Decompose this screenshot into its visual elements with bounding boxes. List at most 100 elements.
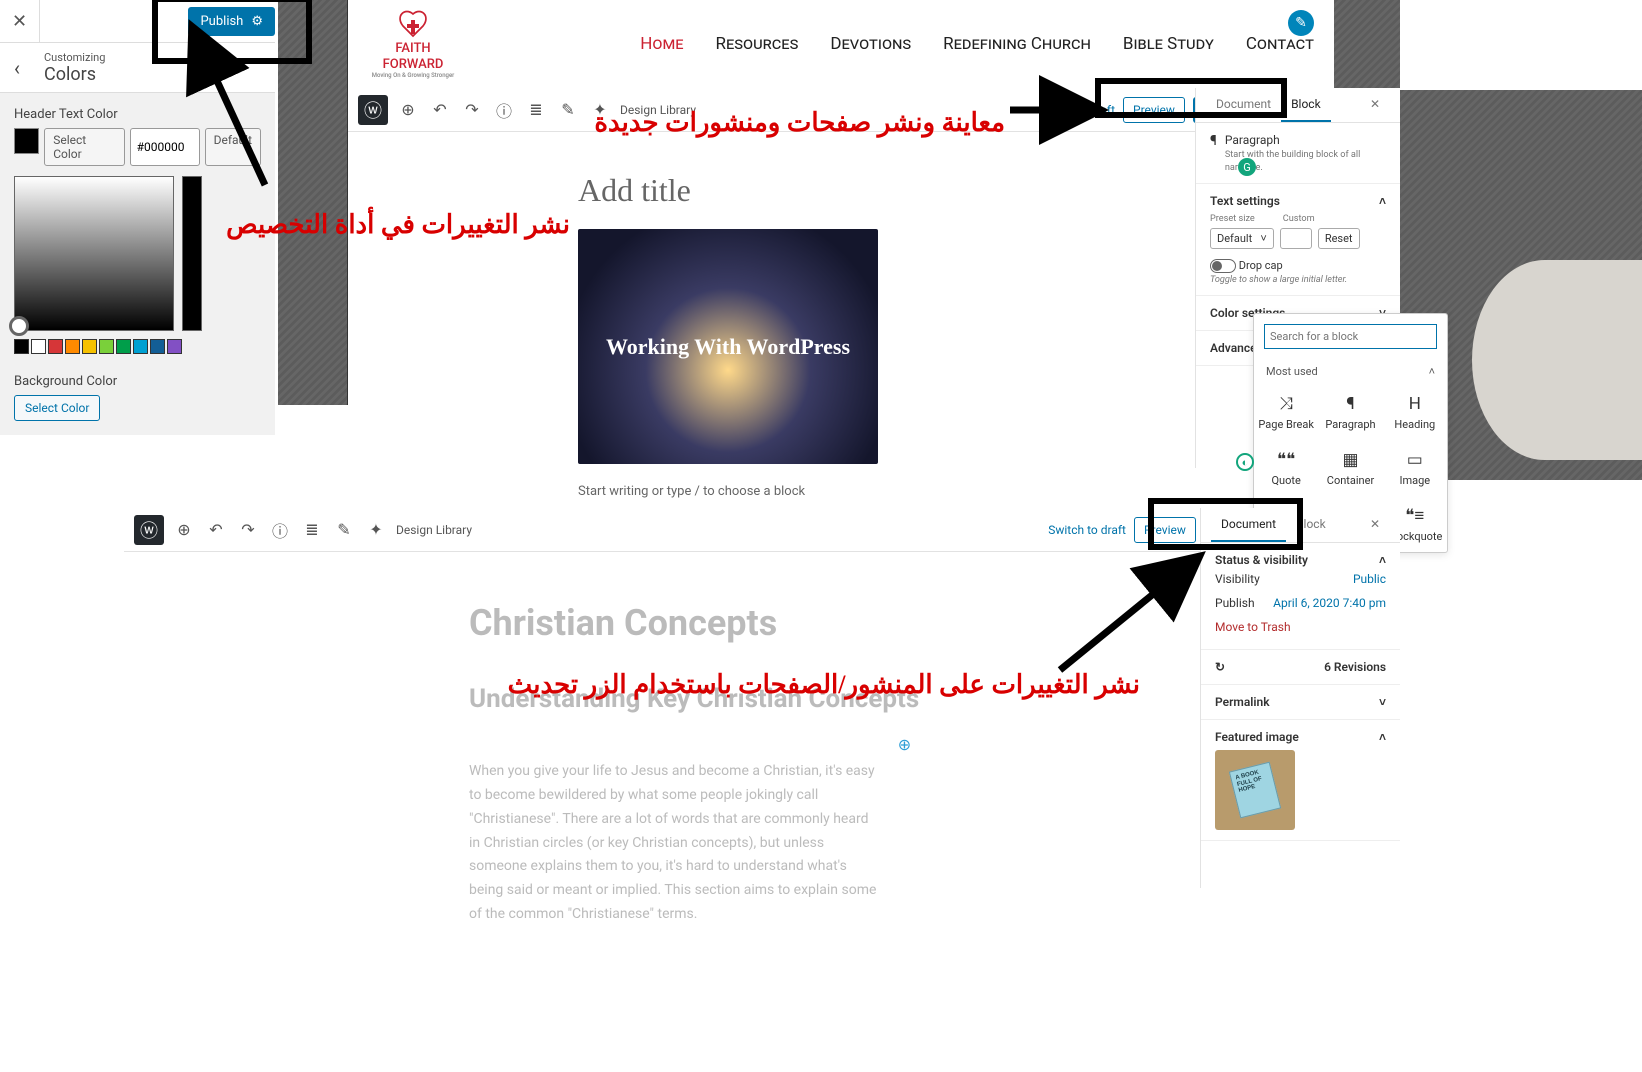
publish-date-value[interactable]: April 6, 2020 7:40 pm [1273,596,1386,610]
palette-swatch[interactable] [167,339,182,354]
palette-swatch[interactable] [150,339,165,354]
block-icon: ▦ [1342,450,1358,470]
nav-item[interactable]: Redefining Church [943,34,1091,54]
custom-label: Custom [1283,214,1315,224]
hue-bar[interactable] [182,176,202,331]
cover-block[interactable]: Working With WordPress [578,229,878,464]
revisions-icon: ↻ [1215,660,1225,674]
add-block-button[interactable]: ⊕ [396,98,420,122]
palette-swatch[interactable] [99,339,114,354]
reset-size-button[interactable]: Reset [1318,228,1360,249]
preset-size-select[interactable]: Default ˅ [1210,228,1274,249]
chevron-down-icon[interactable]: ˅ [1379,695,1386,709]
custom-size-input[interactable] [1280,228,1312,249]
nav-item[interactable]: Home [640,34,683,54]
current-color-swatch[interactable] [14,128,39,154]
saturation-area[interactable] [14,176,174,331]
hex-input[interactable] [130,128,200,166]
callout-box-update-editor [1148,498,1303,550]
move-to-trash-button[interactable]: Move to Trash [1215,620,1291,634]
dropcap-label: Drop cap [1239,259,1283,272]
wordpress-icon[interactable]: ⓦ [358,95,388,125]
nav-item[interactable]: Devotions [830,34,911,54]
brand-tagline: Moving On & Growing Stronger [368,72,458,79]
palette-swatch[interactable] [133,339,148,354]
redo-button[interactable]: ↷ [236,518,260,542]
redo-button[interactable]: ↷ [460,98,484,122]
select-bg-color-button[interactable]: Select Color [14,395,100,421]
preset-size-label: Preset size [1210,214,1255,224]
dropcap-toggle[interactable] [1210,259,1236,273]
design-library-label[interactable]: Design Library [396,523,472,537]
undo-button[interactable]: ↶ [428,98,452,122]
body-paragraph[interactable]: When you give your life to Jesus and bec… [469,760,879,927]
palette-swatch[interactable] [116,339,131,354]
block-type-item[interactable]: ⤨Page Break [1254,384,1318,440]
nav-item[interactable]: Resources [716,34,799,54]
logo-icon [393,10,433,40]
block-type-item[interactable]: HHeading [1383,384,1447,440]
book-cover-text: A BOOK FULL OF HOPE [1229,762,1281,819]
grammarly-icon[interactable]: ◐ [1236,453,1254,471]
info-button[interactable]: ⓘ [492,98,516,122]
revisions-label[interactable]: 6 Revisions [1324,660,1386,674]
edit-shortcut-icon[interactable]: ✎ [1288,10,1314,36]
palette-swatch[interactable] [82,339,97,354]
arrow-customizer [200,60,280,194]
block-name: Paragraph [1225,133,1386,147]
edit-button[interactable]: ✎ [332,518,356,542]
block-icon: ⤨ [1279,394,1293,414]
add-block-button[interactable]: ⊕ [172,518,196,542]
design-library-icon: ✦ [364,518,388,542]
chevron-up-icon[interactable]: ˄ [1379,553,1386,567]
status-heading: Status & visibility [1215,553,1308,567]
outline-button[interactable]: ≣ [300,518,324,542]
close-customizer-button[interactable]: ✕ [0,0,40,43]
nav-item[interactable]: Bible Study [1123,34,1214,54]
permalink-heading: Permalink [1215,695,1270,709]
chevron-up-icon[interactable]: ˄ [1379,730,1386,744]
close-inspector-button[interactable]: ✕ [1360,88,1390,122]
cover-text: Working With WordPress [606,334,850,360]
block-search-input[interactable] [1264,324,1437,349]
featured-image-heading: Featured image [1215,730,1299,744]
block-type-item[interactable]: ¶Paragraph [1318,384,1382,440]
block-type-item[interactable]: ▦Container [1318,440,1382,496]
arrow-editor-new [1005,95,1105,129]
block-label: Paragraph [1325,418,1375,431]
block-icon: ❝≡ [1405,506,1424,526]
block-icon: ▭ [1407,450,1423,470]
wordpress-icon[interactable]: ⓦ [134,515,164,545]
palette-row [14,339,261,354]
switch-to-draft-button[interactable]: Switch to draft [1048,523,1126,537]
block-type-item[interactable]: ❝❝Quote [1254,440,1318,496]
visibility-value[interactable]: Public [1353,572,1386,586]
palette-swatch[interactable] [65,339,80,354]
featured-image-thumb[interactable]: A BOOK FULL OF HOPE [1215,750,1295,830]
palette-swatch[interactable] [48,339,63,354]
preview-mat-right [1334,0,1400,88]
back-button[interactable]: ‹ [14,56,34,80]
annotation-editor-new: معاينة ونشر صفحات ومنشورات جديدة [585,108,1005,138]
block-type-item[interactable]: ▭ Image [1383,440,1447,496]
select-color-button[interactable]: Select Color [44,128,124,166]
color-picker[interactable] [14,176,261,331]
info-button[interactable]: ⓘ [268,518,292,542]
edit-button[interactable]: ✎ [556,98,580,122]
chevron-up-icon[interactable]: ˄ [1429,365,1435,378]
block-label: Quote [1271,474,1300,487]
palette-swatch[interactable] [31,339,46,354]
site-logo[interactable]: FAITH FORWARDMoving On & Growing Stronge… [368,10,458,79]
editor-new-post: ⓦ ⊕ ↶ ↷ ⓘ ≣ ✎ ✦ Design Library Save Draf… [348,88,1400,478]
grammarly-icon[interactable]: G [1238,158,1256,176]
site-nav: Home Resources Devotions Redefining Church B… [640,34,1314,54]
block-label: Image [1400,474,1431,487]
outline-button[interactable]: ≣ [524,98,548,122]
close-inspector-button[interactable]: ✕ [1360,508,1390,542]
nav-item[interactable]: Contact [1246,34,1314,54]
publish-label: Publish [1215,596,1255,610]
chevron-up-icon[interactable]: ˄ [1379,194,1386,208]
palette-swatch[interactable] [14,339,29,354]
tab-block[interactable]: Block [1281,88,1331,122]
undo-button[interactable]: ↶ [204,518,228,542]
